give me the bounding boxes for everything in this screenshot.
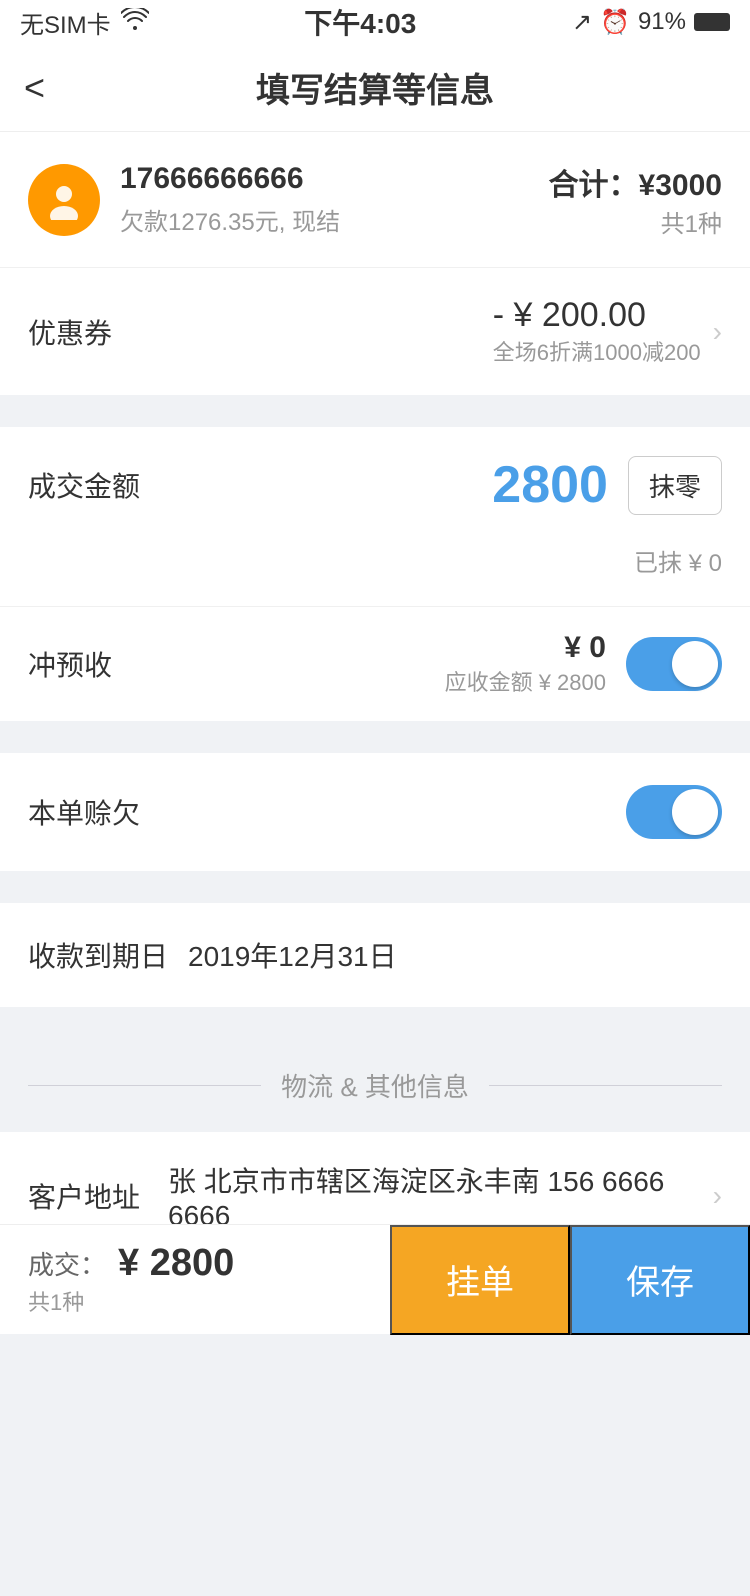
logistics-divider: 物流 & 其他信息 <box>0 1039 750 1132</box>
due-date-label: 收款到期日 <box>28 935 168 975</box>
chevron-right-icon: › <box>713 316 722 348</box>
summary-count: 共1种 <box>28 1285 362 1317</box>
customer-debt: 欠款1276.35元, 现结 <box>120 202 340 237</box>
prepay-sub: 应收金额 ¥ 2800 <box>445 665 606 697</box>
due-date-row: 收款到期日 2019年12月31日 <box>0 903 750 1007</box>
status-bar: 无SIM卡 下午4:03 ↗ ⏰ 91% <box>0 0 750 44</box>
total-count: 共1种 <box>549 204 722 239</box>
summary-amount: ¥ 2800 <box>118 1242 234 1285</box>
logistics-label: 物流 & 其他信息 <box>281 1067 469 1104</box>
battery-icon <box>694 13 730 31</box>
address-label: 客户地址 <box>28 1176 148 1216</box>
address-chevron-icon: › <box>713 1180 722 1212</box>
sim-status: 无SIM卡 <box>20 5 111 40</box>
avatar <box>28 164 100 236</box>
section-divider-3 <box>0 887 750 903</box>
nav-bar: < 填写结算等信息 <box>0 44 750 132</box>
transaction-card: 成交金额 2800 抹零 已抹 ¥ 0 冲预收 ¥ 0 应收金额 ¥ 2800 <box>0 427 750 721</box>
transaction-label: 成交金额 <box>28 465 140 505</box>
battery-level: 91% <box>638 8 686 36</box>
customer-right: 合计：¥3000 共1种 <box>549 160 722 239</box>
customer-row: 17666666666 欠款1276.35元, 现结 合计：¥3000 共1种 <box>0 132 750 267</box>
transaction-right: 2800 抹零 <box>492 455 722 515</box>
due-date-card: 收款到期日 2019年12月31日 <box>0 903 750 1007</box>
coupon-desc: 全场6折满1000减200 <box>493 335 701 367</box>
customer-card: 17666666666 欠款1276.35元, 现结 合计：¥3000 共1种 … <box>0 132 750 395</box>
debt-toggle[interactable] <box>626 785 722 839</box>
prepay-amount: ¥ 0 <box>445 631 606 665</box>
debt-label: 本单赊欠 <box>28 792 140 832</box>
prepay-amount-block: ¥ 0 应收金额 ¥ 2800 <box>445 631 606 697</box>
transaction-row: 成交金额 2800 抹零 <box>0 427 750 543</box>
status-left: 无SIM卡 <box>20 5 149 40</box>
bottom-summary: 成交： ¥ 2800 共1种 <box>0 1242 390 1317</box>
summary-row: 成交： ¥ 2800 <box>28 1242 362 1285</box>
coupon-right: - ¥ 200.00 全场6折满1000减200 › <box>493 296 722 367</box>
coupon-amount: - ¥ 200.00 <box>493 296 701 335</box>
round-off-button[interactable]: 抹零 <box>628 456 722 515</box>
prepay-label: 冲预收 <box>28 644 112 684</box>
wifi-icon <box>121 8 149 37</box>
back-button[interactable]: < <box>24 67 45 109</box>
section-divider-1 <box>0 411 750 427</box>
hold-order-button[interactable]: 挂单 <box>390 1225 570 1335</box>
status-right: ↗ ⏰ 91% <box>572 8 730 37</box>
section-divider-4 <box>0 1023 750 1039</box>
debt-card: 本单赊欠 <box>0 753 750 871</box>
address-value: 张 北京市市辖区海淀区永丰南 156 6666 6666 <box>168 1160 693 1232</box>
transaction-amount: 2800 <box>492 455 608 515</box>
coupon-label: 优惠券 <box>28 312 112 352</box>
prepay-row: 冲预收 ¥ 0 应收金额 ¥ 2800 <box>0 606 750 721</box>
coupon-info: - ¥ 200.00 全场6折满1000减200 <box>493 296 701 367</box>
save-button[interactable]: 保存 <box>570 1225 750 1335</box>
content: 17666666666 欠款1276.35元, 现结 合计：¥3000 共1种 … <box>0 132 750 1596</box>
gps-icon: ↗ <box>572 8 592 37</box>
status-time: 下午4:03 <box>304 2 416 42</box>
alarm-icon: ⏰ <box>600 8 630 37</box>
prepay-toggle[interactable] <box>626 637 722 691</box>
due-date-value: 2019年12月31日 <box>188 935 397 975</box>
total-amount: 合计：¥3000 <box>549 160 722 204</box>
prepay-right: ¥ 0 应收金额 ¥ 2800 <box>445 631 722 697</box>
debt-row: 本单赊欠 <box>0 753 750 871</box>
round-off-sub: 已抹 ¥ 0 <box>634 543 722 578</box>
bottom-bar: 成交： ¥ 2800 共1种 挂单 保存 <box>0 1224 750 1334</box>
summary-label: 成交： <box>28 1245 106 1282</box>
customer-phone: 17666666666 <box>120 162 340 196</box>
page-title: 填写结算等信息 <box>256 63 494 112</box>
amount-detail-row: 已抹 ¥ 0 <box>0 543 750 606</box>
customer-left: 17666666666 欠款1276.35元, 现结 <box>28 162 340 237</box>
customer-info: 17666666666 欠款1276.35元, 现结 <box>120 162 340 237</box>
coupon-row[interactable]: 优惠券 - ¥ 200.00 全场6折满1000减200 › <box>0 267 750 395</box>
section-divider-2 <box>0 737 750 753</box>
